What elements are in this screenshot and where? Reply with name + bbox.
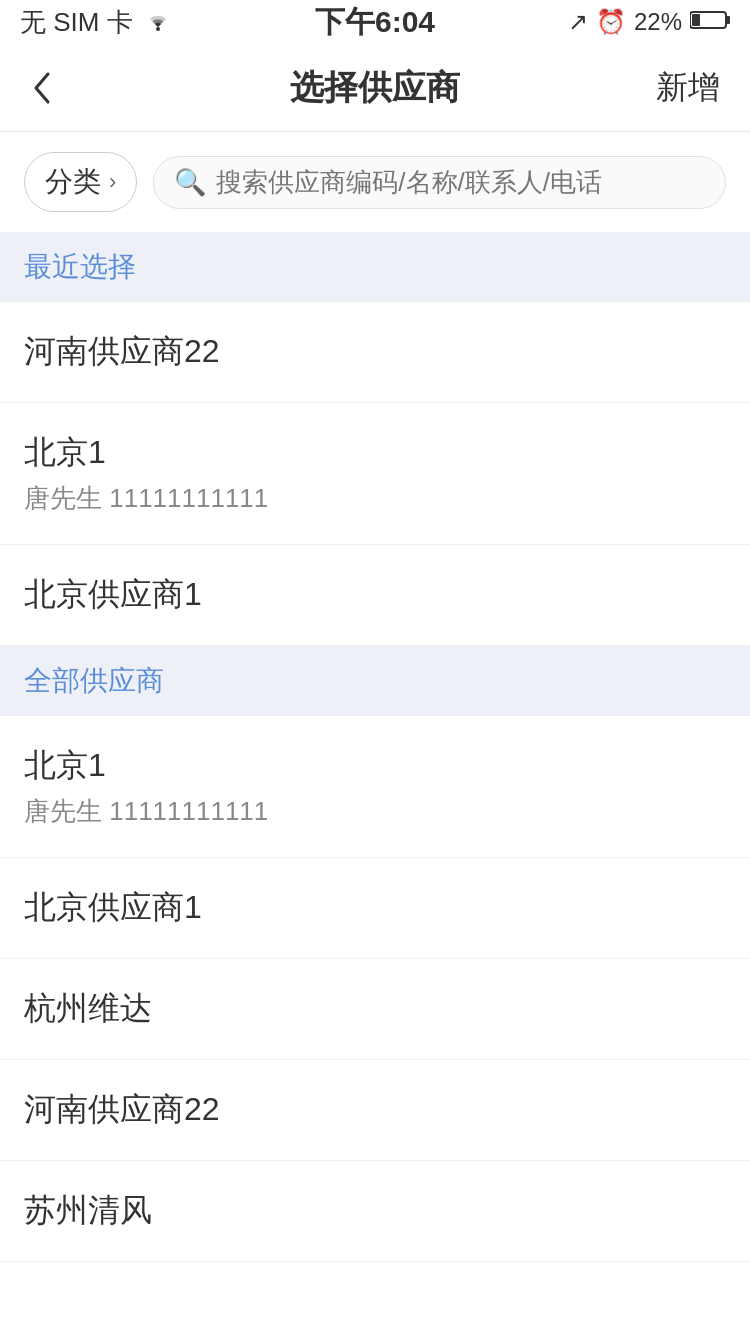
no-sim-label: 无 SIM 卡	[20, 5, 133, 40]
alarm-icon: ⏰	[596, 8, 626, 36]
location-icon: ↗	[568, 8, 588, 36]
list-item[interactable]: 北京1 唐先生 11111111111	[0, 716, 750, 858]
svg-rect-2	[726, 16, 730, 24]
page-title: 选择供应商	[290, 65, 460, 111]
item-name: 北京1	[24, 431, 726, 475]
back-button[interactable]	[30, 68, 90, 108]
list-item[interactable]: 北京1 唐先生 11111111111	[0, 403, 750, 545]
item-name: 河南供应商22	[24, 330, 726, 374]
list-item[interactable]: 河南供应商22	[0, 302, 750, 403]
sections-container: 最近选择河南供应商22 北京1 唐先生 11111111111 北京供应商1 全部供应商…	[0, 232, 750, 1262]
status-right: ↗ ⏰ 22%	[568, 8, 730, 36]
item-name: 杭州维达	[24, 987, 726, 1031]
svg-rect-3	[692, 14, 700, 26]
status-bar: 无 SIM 卡 下午6:04 ↗ ⏰ 22%	[0, 0, 750, 44]
item-name: 北京供应商1	[24, 573, 726, 617]
item-sub: 唐先生 11111111111	[24, 481, 726, 516]
chevron-right-icon: ›	[109, 169, 116, 195]
item-name: 河南供应商22	[24, 1088, 726, 1132]
search-box[interactable]: 🔍	[153, 156, 726, 209]
item-sub: 唐先生 11111111111	[24, 794, 726, 829]
list-item[interactable]: 河南供应商22	[0, 1060, 750, 1161]
add-button[interactable]: 新增	[656, 66, 720, 110]
list-item[interactable]: 北京供应商1	[0, 545, 750, 646]
item-name: 苏州清风	[24, 1189, 726, 1233]
item-name: 北京1	[24, 744, 726, 788]
battery-icon	[690, 8, 730, 36]
section-header-recent: 最近选择	[0, 232, 750, 302]
wifi-icon	[143, 7, 173, 38]
status-time: 下午6:04	[315, 2, 435, 43]
status-left: 无 SIM 卡	[20, 5, 173, 40]
nav-bar: 选择供应商 新增	[0, 44, 750, 132]
search-input[interactable]	[216, 167, 705, 198]
list-item[interactable]: 苏州清风	[0, 1161, 750, 1262]
item-name: 北京供应商1	[24, 886, 726, 930]
svg-point-0	[156, 27, 160, 31]
battery-label: 22%	[634, 8, 682, 36]
list-item[interactable]: 杭州维达	[0, 959, 750, 1060]
category-label: 分类	[45, 163, 101, 201]
section-header-all: 全部供应商	[0, 646, 750, 716]
filter-bar: 分类 › 🔍	[0, 132, 750, 232]
search-icon: 🔍	[174, 167, 206, 198]
list-item[interactable]: 北京供应商1	[0, 858, 750, 959]
category-button[interactable]: 分类 ›	[24, 152, 137, 212]
